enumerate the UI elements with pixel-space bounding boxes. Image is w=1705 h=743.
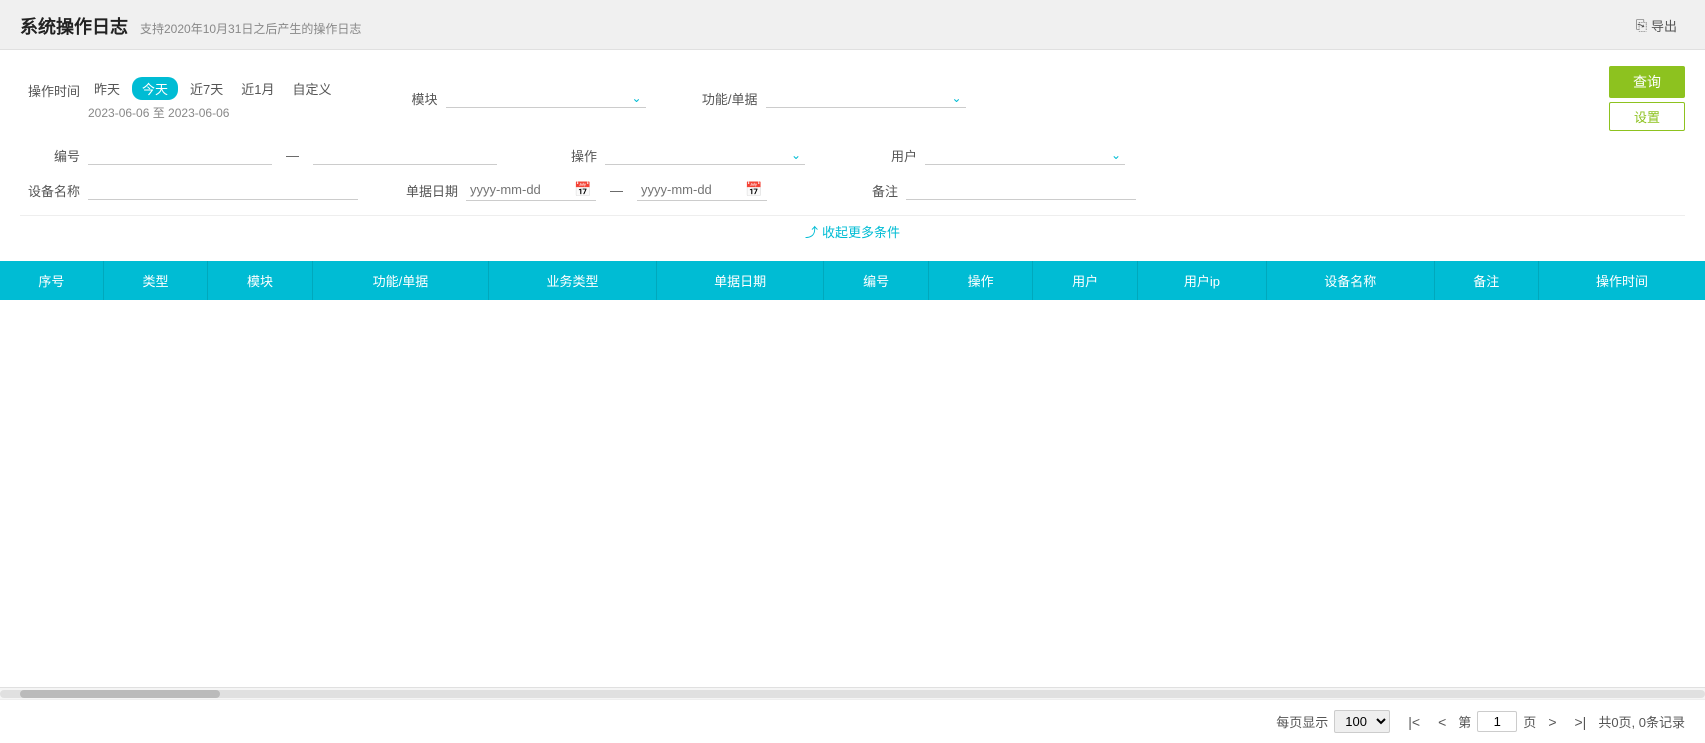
module-dropdown-icon: ⌄ (631, 91, 641, 105)
last-page-button[interactable]: >| (1569, 712, 1593, 732)
func-select[interactable]: ⌄ (766, 89, 966, 108)
per-page-select[interactable]: 100 50 200 (1334, 710, 1390, 733)
device-label: 设备名称 (20, 181, 80, 200)
col-user-ip: 用户ip (1137, 261, 1266, 300)
func-dropdown-icon: ⌄ (951, 91, 961, 105)
page-title: 系统操作日志 (20, 13, 128, 39)
per-page-label: 每页显示 (1276, 712, 1328, 731)
page-input[interactable] (1477, 711, 1517, 732)
collapse-label: 收起更多条件 (822, 222, 900, 241)
date-to-input[interactable] (641, 182, 741, 197)
col-module: 模块 (208, 261, 312, 300)
time-btn-1month[interactable]: 近1月 (235, 77, 280, 100)
user-select[interactable]: ⌄ (925, 146, 1125, 165)
data-table: 序号 类型 模块 功能/单据 业务类型 单据日期 编号 操作 用户 用户ip 设… (0, 261, 1705, 300)
col-remark: 备注 (1434, 261, 1538, 300)
time-btn-today[interactable]: 今天 (132, 77, 178, 100)
col-biz-type: 业务类型 (489, 261, 657, 300)
date-dash: — (610, 183, 623, 198)
date-from-input[interactable] (470, 182, 570, 197)
user-dropdown-icon: ⌄ (1111, 148, 1121, 162)
page-label: 第 (1458, 712, 1471, 731)
number-from-input[interactable] (88, 145, 272, 165)
date-from-wrapper: 📅 (466, 179, 596, 201)
time-btn-yesterday[interactable]: 昨天 (88, 77, 126, 100)
col-user: 用户 (1033, 261, 1137, 300)
col-seq: 序号 (0, 261, 103, 300)
settings-button[interactable]: 设置 (1609, 102, 1685, 131)
operation-select[interactable]: ⌄ (605, 146, 805, 165)
number-label: 编号 (20, 146, 80, 165)
collapse-button[interactable]: ⤴ 收起更多条件 (805, 222, 900, 241)
table-empty (0, 300, 1705, 680)
scrollbar-thumb[interactable] (20, 690, 220, 698)
remark-label: 备注 (838, 181, 898, 200)
collapse-chevron-icon: ⤴ (805, 222, 818, 241)
horizontal-scrollbar[interactable] (0, 687, 1705, 699)
col-device: 设备名称 (1266, 261, 1434, 300)
date-to-wrapper: 📅 (637, 179, 767, 201)
col-type: 类型 (103, 261, 207, 300)
export-label: 导出 (1651, 16, 1677, 35)
remark-input[interactable] (906, 180, 1136, 200)
filter-area: 操作时间 昨天 今天 近7天 近1月 自定义 2023-06-06 至 2023… (0, 49, 1705, 261)
export-icon: ⎘ (1636, 17, 1647, 34)
col-voucher-date: 单据日期 (656, 261, 824, 300)
user-label: 用户 (857, 146, 917, 165)
module-label: 模块 (378, 89, 438, 108)
next-page-button[interactable]: > (1542, 712, 1562, 732)
func-label: 功能/单据 (698, 89, 758, 108)
col-number: 编号 (824, 261, 928, 300)
first-page-button[interactable]: |< (1402, 712, 1426, 732)
operation-dropdown-icon: ⌄ (791, 148, 801, 162)
time-range: 2023-06-06 至 2023-06-06 (88, 104, 338, 121)
module-select[interactable]: ⌄ (446, 89, 646, 108)
action-buttons: 查询 设置 (1609, 66, 1685, 131)
device-input[interactable] (88, 180, 358, 200)
number-dash: — (286, 148, 299, 163)
prev-page-button[interactable]: < (1432, 712, 1452, 732)
pagination: 每页显示 100 50 200 |< < 第 页 > >| 共0页, 0条记录 (0, 699, 1705, 743)
col-operation: 操作 (928, 261, 1032, 300)
pagination-total: 共0页, 0条记录 (1598, 712, 1685, 731)
time-btn-7days[interactable]: 近7天 (184, 77, 229, 100)
number-to-input[interactable] (313, 145, 497, 165)
time-filter-label: 操作时间 (20, 77, 80, 100)
col-op-time: 操作时间 (1539, 261, 1705, 300)
time-btn-custom[interactable]: 自定义 (287, 77, 338, 100)
export-button[interactable]: ⎘ 导出 (1628, 12, 1685, 39)
page-subtitle: 支持2020年10月31日之后产生的操作日志 (140, 20, 361, 37)
voucher-date-label: 单据日期 (398, 181, 458, 200)
operation-label: 操作 (537, 146, 597, 165)
col-func: 功能/单据 (312, 261, 488, 300)
table-wrapper: 序号 类型 模块 功能/单据 业务类型 单据日期 编号 操作 用户 用户ip 设… (0, 261, 1705, 687)
calendar-to-icon[interactable]: 📅 (745, 181, 762, 198)
page-suffix: 页 (1523, 712, 1536, 731)
calendar-from-icon[interactable]: 📅 (574, 181, 591, 198)
query-button[interactable]: 查询 (1609, 66, 1685, 98)
